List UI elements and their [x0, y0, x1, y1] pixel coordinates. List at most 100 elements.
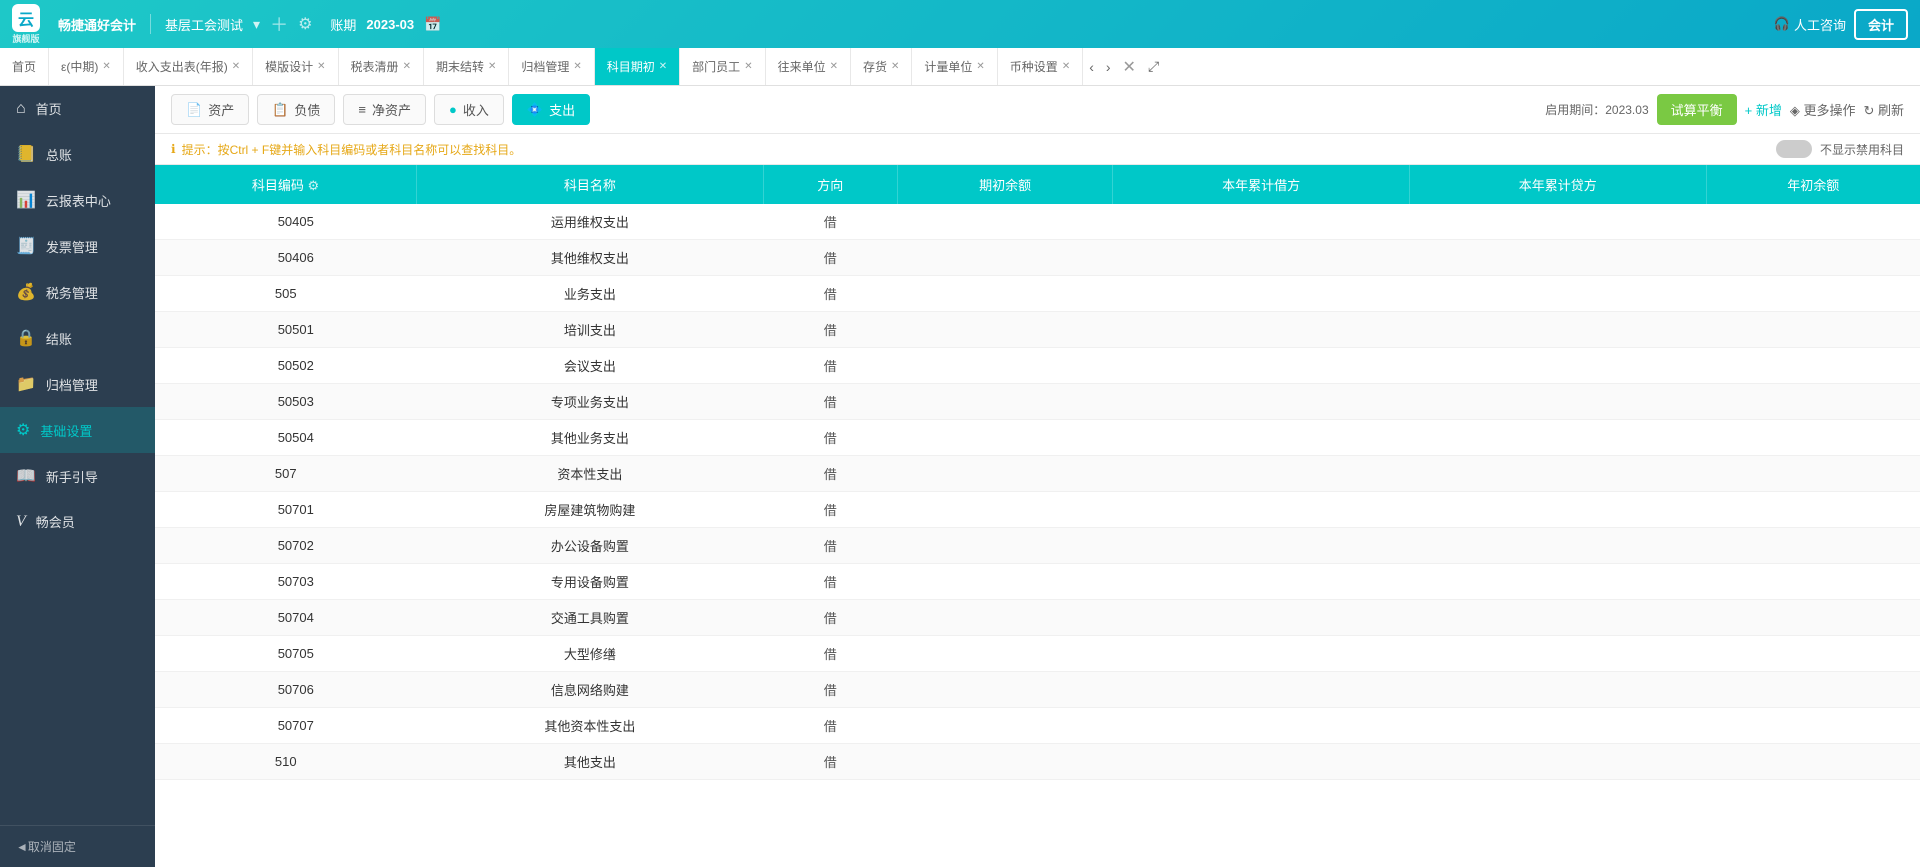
tab-yearend-close-icon[interactable]: ✕ [488, 61, 496, 72]
disabled-toggle[interactable] [1776, 140, 1812, 158]
sidebar-item-archive[interactable]: 📁 归档管理 [0, 361, 155, 407]
sidebar-item-guide[interactable]: 📖 新手引导 [0, 453, 155, 499]
sub-tab-income[interactable]: ● 收入 [434, 94, 504, 125]
tab-next-btn[interactable]: › [1100, 59, 1117, 75]
tab-currency-close-icon[interactable]: ✕ [1062, 61, 1070, 72]
table-header-row: 科目编码 ⚙ 科目名称 方向 期初余额 本年累计借方 本年累计贷方 年初余额 [155, 165, 1920, 204]
sidebar-report-label: 云报表中心 [46, 191, 111, 210]
customer-service-btn[interactable]: 🎧 人工咨询 [1774, 15, 1846, 34]
cell-ytd-debit [1113, 564, 1410, 600]
tab-dept-close-icon[interactable]: ✕ [744, 61, 752, 72]
cell-year-opening [1706, 492, 1920, 528]
more-btn[interactable]: ◈ 更多操作 [1790, 100, 1856, 119]
cell-opening-balance [897, 564, 1112, 600]
tab-income-close-icon[interactable]: ✕ [232, 61, 240, 72]
col-code: 科目编码 ⚙ [155, 165, 417, 204]
tab-close-all-btn[interactable]: ✕ [1117, 57, 1142, 77]
sidebar-item-tax[interactable]: 💰 税务管理 [0, 269, 155, 315]
sub-tab-bar: 📄 资产 📋 负债 ≡ 净资产 ● 收入 💠 支出 启用期间：2023.03 试… [155, 86, 1920, 134]
sub-tab-liability[interactable]: 📋 负债 [257, 94, 335, 125]
tab-prev-btn[interactable]: ‹ [1083, 59, 1100, 75]
sidebar-item-member[interactable]: V 畅会员 [0, 499, 155, 544]
cell-opening-balance [897, 636, 1112, 672]
tab-subject-close-icon[interactable]: ✕ [659, 61, 667, 72]
cell-ytd-credit [1409, 348, 1706, 384]
sidebar-item-invoice[interactable]: 🧾 发票管理 [0, 223, 155, 269]
tab-template[interactable]: 模版设计 ✕ [253, 48, 338, 86]
cell-ytd-credit [1409, 564, 1706, 600]
col-gear-icon[interactable]: ⚙ [308, 178, 320, 193]
header-right: 🎧 人工咨询 会计 [1774, 9, 1908, 40]
add-company-icon[interactable]: ＋ [270, 11, 288, 37]
settings-gear-icon[interactable]: ⚙ [298, 14, 312, 34]
accounting-button[interactable]: 会计 [1854, 9, 1908, 40]
sidebar-collapse-btn[interactable]: ◄取消固定 [0, 825, 155, 867]
tab-taxform[interactable]: 税表清册 ✕ [339, 48, 424, 86]
tab-home-label: 首页 [12, 58, 36, 75]
invoice-icon: 🧾 [16, 236, 36, 256]
tab-department-label: 部门员工 [692, 58, 740, 75]
add-btn[interactable]: + 新增 [1745, 100, 1782, 119]
sub-tab-asset[interactable]: 📄 资产 [171, 94, 249, 125]
customer-service-label: 人工咨询 [1794, 15, 1846, 34]
cell-year-opening [1706, 240, 1920, 276]
cell-ytd-debit [1113, 744, 1410, 780]
table-row: 505业务支出借 [155, 276, 1920, 312]
cell-code: 50406 [155, 240, 417, 276]
tab-period[interactable]: ε(中期) ✕ [49, 48, 124, 86]
cell-dir: 借 [763, 312, 897, 348]
sub-tab-expense[interactable]: 💠 支出 [512, 94, 590, 125]
asset-icon: 📄 [186, 102, 202, 118]
sidebar-item-settings[interactable]: ⚙ 基础设置 [0, 407, 155, 453]
tab-income[interactable]: 收入支出表(年报) ✕ [124, 48, 253, 86]
tab-taxform-close-icon[interactable]: ✕ [403, 61, 411, 72]
tab-currency[interactable]: 币种设置 ✕ [998, 48, 1083, 86]
calc-balance-btn[interactable]: 试算平衡 [1657, 94, 1737, 125]
tab-archive-close-icon[interactable]: ✕ [573, 61, 581, 72]
sidebar-item-report[interactable]: 📊 云报表中心 [0, 177, 155, 223]
cell-code: 510 [155, 744, 417, 780]
sidebar-item-close[interactable]: 🔒 结账 [0, 315, 155, 361]
headset-icon: 🎧 [1774, 16, 1790, 32]
refresh-btn[interactable]: ↻ 刷新 [1863, 100, 1904, 119]
cell-ytd-debit [1113, 600, 1410, 636]
tab-contacts-close-icon[interactable]: ✕ [830, 61, 838, 72]
cell-ytd-debit [1113, 384, 1410, 420]
calendar-icon[interactable]: 📅 [424, 16, 441, 33]
cell-ytd-credit [1409, 384, 1706, 420]
tab-subject-init[interactable]: 科目期初 ✕ [595, 48, 680, 86]
cell-name: 其他维权支出 [417, 240, 764, 276]
cell-dir: 借 [763, 564, 897, 600]
tab-archive-mgmt[interactable]: 归档管理 ✕ [509, 48, 594, 86]
cell-name: 其他业务支出 [417, 420, 764, 456]
cell-code: 507 [155, 456, 417, 492]
sidebar-item-ledger[interactable]: 📒 总账 [0, 131, 155, 177]
sidebar-item-home[interactable]: ⌂ 首页 [0, 86, 155, 131]
tab-template-close-icon[interactable]: ✕ [317, 61, 325, 72]
cell-dir: 借 [763, 744, 897, 780]
company-dropdown-icon[interactable]: ▾ [253, 16, 260, 33]
tab-yearend[interactable]: 期末结转 ✕ [424, 48, 509, 86]
tab-unit-close-icon[interactable]: ✕ [976, 61, 984, 72]
cell-ytd-credit [1409, 492, 1706, 528]
tab-inventory[interactable]: 存货 ✕ [851, 48, 912, 86]
tab-period-close-icon[interactable]: ✕ [102, 61, 110, 72]
col-ytd-credit: 本年累计贷方 [1409, 165, 1706, 204]
sub-tab-income-label: 收入 [463, 100, 489, 119]
cell-ytd-debit [1113, 204, 1410, 240]
tab-department[interactable]: 部门员工 ✕ [680, 48, 765, 86]
tab-home[interactable]: 首页 [0, 48, 49, 86]
cell-ytd-debit [1113, 420, 1410, 456]
table-container: 科目编码 ⚙ 科目名称 方向 期初余额 本年累计借方 本年累计贷方 年初余额 5… [155, 165, 1920, 867]
table-row: 50705大型修缮借 [155, 636, 1920, 672]
tab-inventory-close-icon[interactable]: ✕ [891, 61, 899, 72]
cell-code: 50706 [155, 672, 417, 708]
sub-tab-net-asset[interactable]: ≡ 净资产 [343, 94, 426, 125]
tab-contacts[interactable]: 往来单位 ✕ [766, 48, 851, 86]
table-row: 50405运用维权支出借 [155, 204, 1920, 240]
tab-unit[interactable]: 计量单位 ✕ [912, 48, 997, 86]
sidebar-settings-label: 基础设置 [40, 421, 92, 440]
cell-ytd-debit [1113, 708, 1410, 744]
table-row: 50702办公设备购置借 [155, 528, 1920, 564]
tab-expand-btn[interactable]: ⤢ [1142, 58, 1165, 75]
